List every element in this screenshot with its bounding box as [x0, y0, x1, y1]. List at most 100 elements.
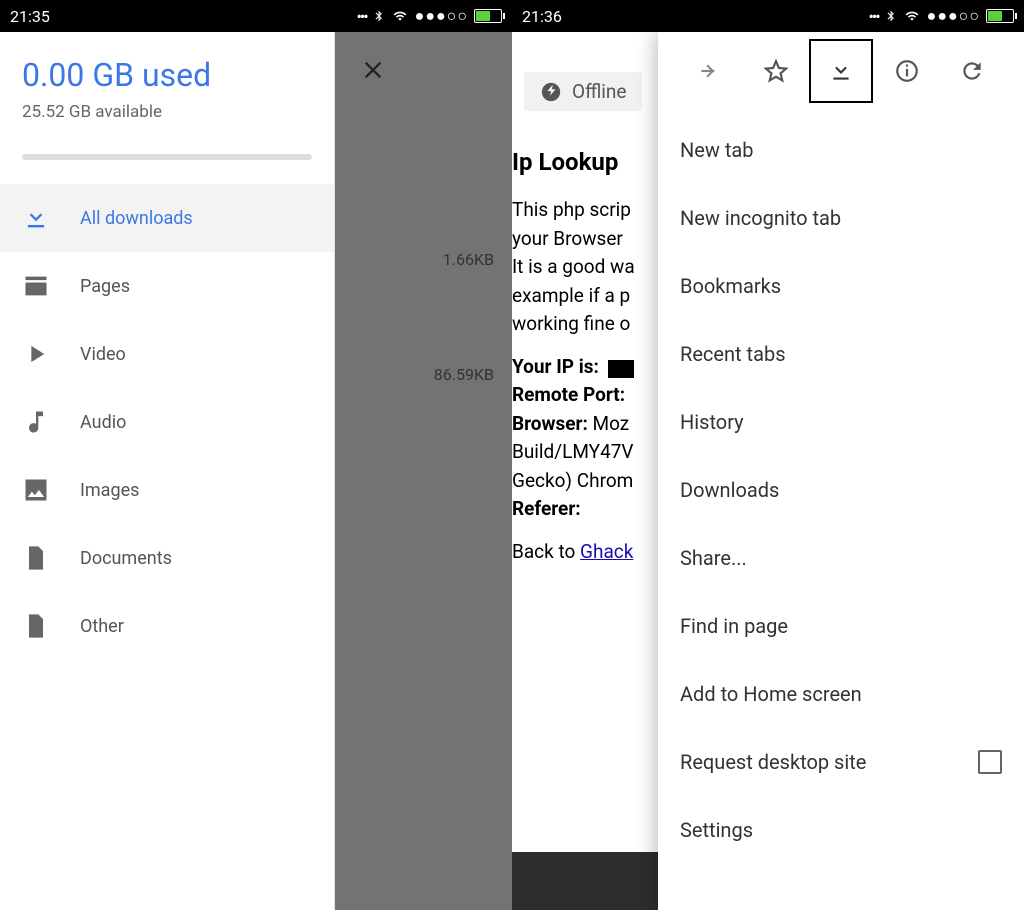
menu-item-new-incognito-tab[interactable]: New incognito tab	[658, 184, 1024, 252]
menu-item-share[interactable]: Share...	[658, 524, 1024, 592]
dim-overlay[interactable]: 1.66KB 86.59KB	[335, 32, 512, 910]
page-info-button[interactable]	[875, 39, 939, 103]
sidebar-item-label: Images	[80, 480, 139, 501]
wifi-icon	[391, 9, 409, 23]
menu-item-bookmarks[interactable]: Bookmarks	[658, 252, 1024, 320]
right-phone-screenshot: 21:36 ••• ●●●○○ Offline Ip Lookup This p…	[512, 0, 1024, 910]
ip-label: Your IP is:	[512, 355, 599, 378]
bluetooth-icon	[373, 8, 385, 24]
body-text: Back to	[512, 540, 580, 563]
menu-item-label: New tab	[680, 138, 754, 162]
sidebar-item-label: Video	[80, 344, 126, 365]
play-icon	[22, 340, 50, 368]
sidebar-item-documents[interactable]: Documents	[0, 524, 334, 592]
document-icon	[22, 544, 50, 572]
left-phone-screenshot: 21:35 ••• ●●●○○ 1.66KB 86.59KB 0.00 GB u…	[0, 0, 512, 910]
menu-item-find-in-page[interactable]: Find in page	[658, 592, 1024, 660]
status-icons: ••• ●●●○○	[868, 6, 1014, 26]
info-icon	[894, 58, 920, 84]
menu-item-recent-tabs[interactable]: Recent tabs	[658, 320, 1024, 388]
menu-item-label: Downloads	[680, 478, 779, 502]
menu-item-label: Recent tabs	[680, 342, 786, 366]
forward-button[interactable]	[678, 39, 742, 103]
storage-available: 25.52 GB available	[22, 102, 312, 122]
download-icon	[22, 204, 50, 232]
sidebar-item-all-downloads[interactable]: All downloads	[0, 184, 334, 252]
music-note-icon	[22, 408, 50, 436]
download-category-list: All downloads Pages Video Audio Images D…	[0, 166, 334, 660]
menu-top-icons	[658, 32, 1024, 110]
body-text: your Browser	[512, 227, 623, 250]
reload-icon	[959, 58, 985, 84]
sidebar-item-pages[interactable]: Pages	[0, 252, 334, 320]
referer-label: Referer:	[512, 497, 581, 520]
storage-bar	[22, 154, 312, 160]
wifi-icon	[903, 9, 921, 23]
offline-chip[interactable]: Offline	[524, 72, 642, 111]
reload-button[interactable]	[940, 39, 1004, 103]
sidebar-item-label: Pages	[80, 276, 130, 297]
storage-used: 0.00 GB used	[22, 56, 312, 94]
sidebar-item-label: Other	[80, 616, 124, 637]
menu-item-label: Add to Home screen	[680, 682, 862, 706]
menu-items: New tab New incognito tab Bookmarks Rece…	[658, 110, 1024, 864]
menu-item-request-desktop-site[interactable]: Request desktop site	[658, 728, 1024, 796]
bolt-icon	[540, 81, 562, 103]
menu-item-label: Request desktop site	[680, 750, 866, 774]
menu-item-add-to-home-screen[interactable]: Add to Home screen	[658, 660, 1024, 728]
more-dots-icon: •••	[868, 7, 878, 26]
sidebar-item-label: Documents	[80, 548, 172, 569]
file-sizes: 1.66KB 86.59KB	[434, 250, 494, 480]
image-icon	[22, 476, 50, 504]
body-text: Gecko) Chrom	[512, 469, 633, 492]
download-icon	[828, 58, 854, 84]
star-icon	[763, 58, 789, 84]
bluetooth-icon	[885, 8, 897, 24]
status-time: 21:36	[522, 7, 562, 26]
body-text: example if a p	[512, 284, 630, 307]
body-text: This php scrip	[512, 198, 631, 221]
pages-icon	[22, 272, 50, 300]
menu-item-label: Settings	[680, 818, 753, 842]
download-page-button[interactable]	[809, 39, 873, 103]
battery-icon	[474, 9, 502, 23]
status-bar: 21:36 ••• ●●●○○	[512, 0, 1024, 32]
menu-item-label: Bookmarks	[680, 274, 781, 298]
file-icon	[22, 612, 50, 640]
signal-dots-icon: ●●●○○	[927, 6, 980, 26]
menu-item-downloads[interactable]: Downloads	[658, 456, 1024, 524]
downloads-panel: 0.00 GB used 25.52 GB available All down…	[0, 32, 335, 910]
sidebar-item-audio[interactable]: Audio	[0, 388, 334, 456]
status-bar: 21:35 ••• ●●●○○	[0, 0, 512, 32]
bookmark-button[interactable]	[744, 39, 808, 103]
status-time: 21:35	[10, 7, 50, 26]
remote-port-label: Remote Port:	[512, 383, 625, 406]
menu-item-label: New incognito tab	[680, 206, 841, 230]
battery-icon	[986, 9, 1014, 23]
body-text: It is a good wa	[512, 255, 635, 278]
menu-item-label: History	[680, 410, 744, 434]
sidebar-item-video[interactable]: Video	[0, 320, 334, 388]
menu-item-settings[interactable]: Settings	[658, 796, 1024, 864]
ghacks-link[interactable]: Ghack	[580, 540, 633, 563]
browser-menu: New tab New incognito tab Bookmarks Rece…	[658, 32, 1024, 910]
body-text: working fine o	[512, 312, 630, 335]
checkbox-icon[interactable]	[978, 750, 1002, 774]
browser-label: Browser:	[512, 412, 588, 435]
sidebar-item-images[interactable]: Images	[0, 456, 334, 524]
menu-item-history[interactable]: History	[658, 388, 1024, 456]
file-size: 1.66KB	[434, 250, 494, 269]
status-icons: ••• ●●●○○	[356, 6, 502, 26]
signal-dots-icon: ●●●○○	[415, 6, 468, 26]
menu-item-label: Share...	[680, 546, 747, 570]
offline-label: Offline	[572, 80, 626, 103]
file-size: 86.59KB	[434, 365, 494, 384]
sidebar-item-other[interactable]: Other	[0, 592, 334, 660]
more-dots-icon: •••	[356, 7, 366, 26]
arrow-forward-icon	[697, 58, 723, 84]
menu-item-new-tab[interactable]: New tab	[658, 116, 1024, 184]
close-icon[interactable]	[359, 56, 387, 84]
sidebar-item-label: All downloads	[80, 208, 193, 229]
menu-item-label: Find in page	[680, 614, 788, 638]
sidebar-item-label: Audio	[80, 412, 126, 433]
